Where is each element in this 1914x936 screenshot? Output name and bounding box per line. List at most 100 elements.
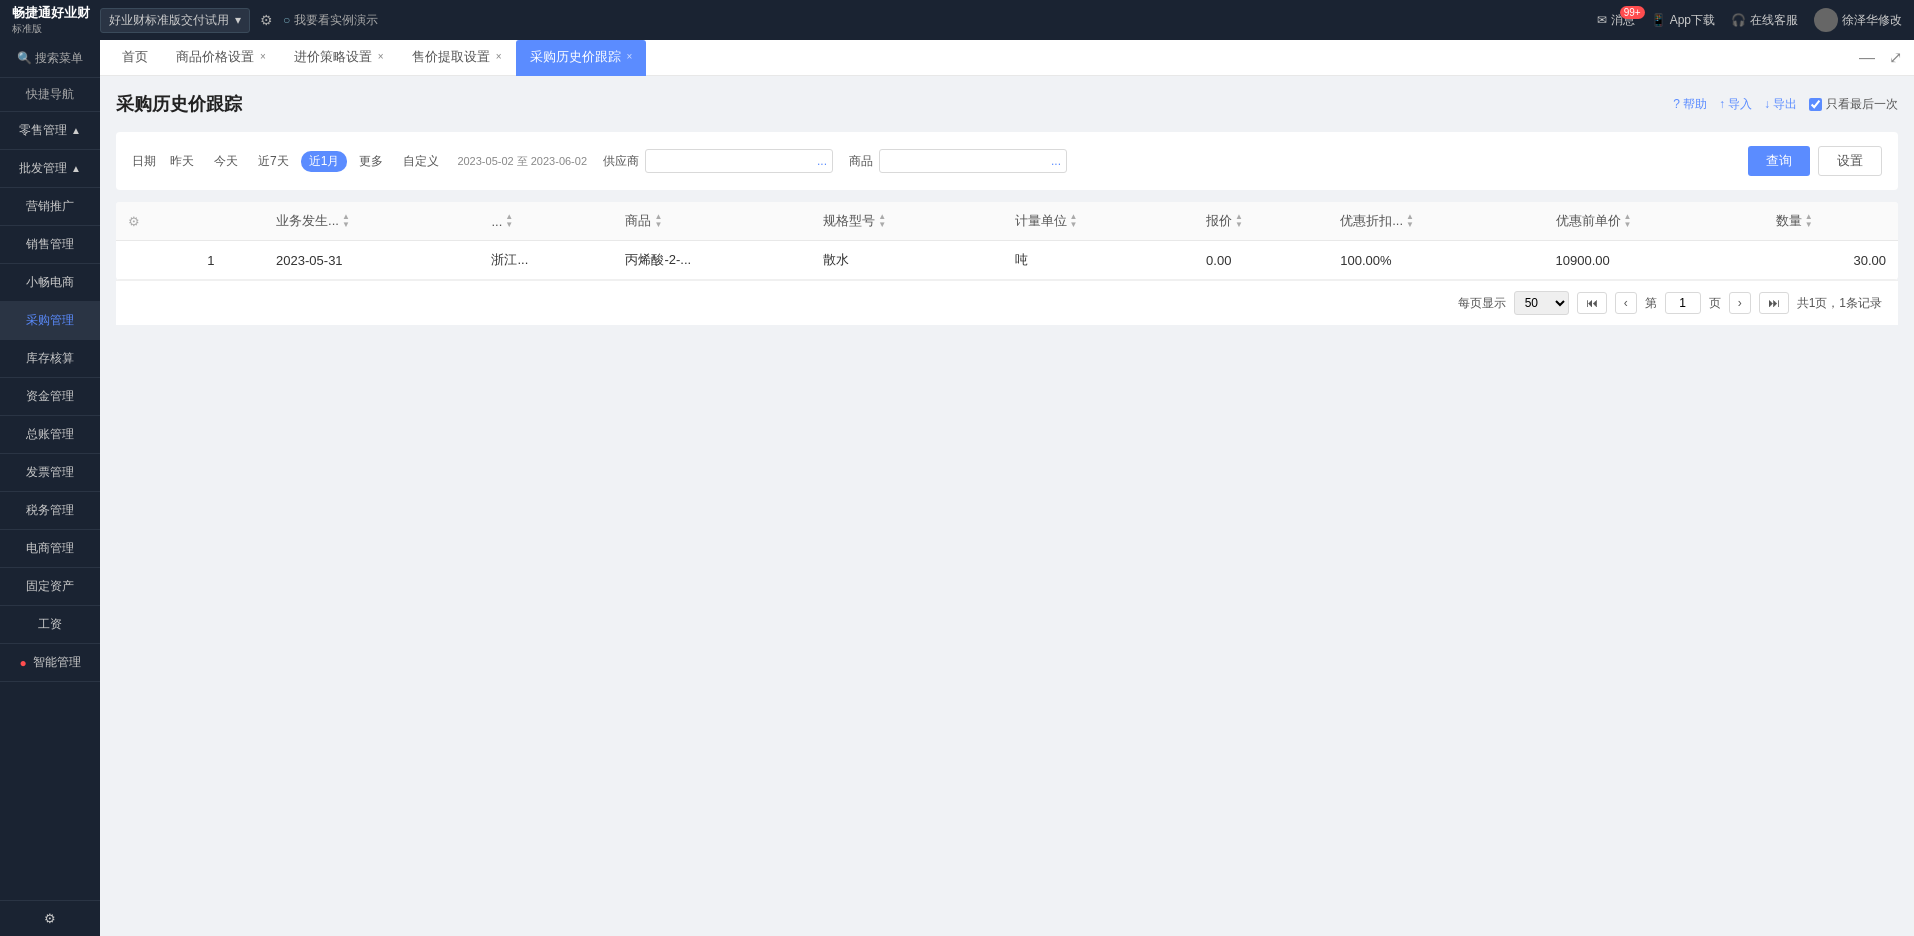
close-icon[interactable]: × bbox=[378, 51, 384, 62]
sidebar-item-retail[interactable]: 零售管理 ▲ bbox=[0, 112, 100, 150]
filter-buttons: 查询 设置 bbox=[1748, 146, 1882, 176]
app-download-button[interactable]: 📱 App下载 bbox=[1651, 12, 1715, 29]
message-button[interactable]: ✉ 消息 99+ bbox=[1597, 12, 1635, 29]
sidebar-item-label: 税务管理 bbox=[26, 502, 74, 519]
export-link[interactable]: ↓ 导出 bbox=[1764, 96, 1797, 113]
date-pill-custom[interactable]: 自定义 bbox=[395, 151, 447, 172]
sidebar-item-purchase[interactable]: 采购管理 bbox=[0, 302, 100, 340]
sort-discount[interactable]: 优惠折扣... ▲▼ bbox=[1340, 212, 1531, 230]
th-unit[interactable]: 计量单位 ▲▼ bbox=[1003, 202, 1194, 241]
user-button[interactable]: 徐泽华修改 bbox=[1814, 8, 1902, 32]
th-quantity[interactable]: 数量 ▲▼ bbox=[1764, 202, 1898, 241]
sidebar-item-finance[interactable]: 资金管理 bbox=[0, 378, 100, 416]
page-prev-btn[interactable]: ‹ bbox=[1615, 292, 1637, 314]
sidebar-item-fixed-assets[interactable]: 固定资产 bbox=[0, 568, 100, 606]
import-link[interactable]: ↑ 导入 bbox=[1719, 96, 1752, 113]
sidebar-search[interactable]: 🔍 搜索菜单 bbox=[0, 40, 100, 78]
close-icon[interactable]: × bbox=[496, 51, 502, 62]
sidebar-item-tax[interactable]: 税务管理 bbox=[0, 492, 100, 530]
content-area: 首页 商品价格设置 × 进价策略设置 × 售价提取设置 × 采购历史价跟踪 × … bbox=[100, 40, 1914, 936]
th-col3[interactable]: ... ▲▼ bbox=[479, 202, 613, 241]
sidebar-item-inventory[interactable]: 库存核算 bbox=[0, 340, 100, 378]
sidebar-item-salary[interactable]: 工资 bbox=[0, 606, 100, 644]
sidebar-item-general-ledger[interactable]: 总账管理 bbox=[0, 416, 100, 454]
cell-biz-date: 2023-05-31 bbox=[264, 241, 479, 280]
message-badge: 99+ bbox=[1620, 6, 1645, 19]
th-product[interactable]: 商品 ▲▼ bbox=[613, 202, 811, 241]
sort-spec[interactable]: 规格型号 ▲▼ bbox=[823, 212, 990, 230]
sort-product[interactable]: 商品 ▲▼ bbox=[625, 212, 799, 230]
product-more-btn[interactable]: ... bbox=[1051, 154, 1061, 168]
tab-selling-strategy-label: 售价提取设置 bbox=[412, 48, 490, 66]
demo-button[interactable]: 我要看实例演示 bbox=[283, 12, 378, 29]
th-quote[interactable]: 报价 ▲▼ bbox=[1194, 202, 1328, 241]
sidebar-item-sales[interactable]: 销售管理 bbox=[0, 226, 100, 264]
app-name: 畅捷通好业财 bbox=[12, 5, 90, 22]
supplier-input[interactable] bbox=[645, 149, 833, 173]
sidebar-item-ecommerce-small[interactable]: 小畅电商 bbox=[0, 264, 100, 302]
date-pill-today[interactable]: 今天 bbox=[206, 151, 246, 172]
tab-price[interactable]: 商品价格设置 × bbox=[162, 40, 280, 76]
page-next-btn[interactable]: › bbox=[1729, 292, 1751, 314]
online-service-label: 在线客服 bbox=[1750, 12, 1798, 29]
sort-biz-date[interactable]: 业务发生... ▲▼ bbox=[276, 212, 467, 230]
sidebar-quicknav[interactable]: 快捷导航 bbox=[0, 78, 100, 112]
tab-purchase-strategy[interactable]: 进价策略设置 × bbox=[280, 40, 398, 76]
gear-icon[interactable]: ⚙ bbox=[128, 214, 140, 229]
th-label: 业务发生... bbox=[276, 212, 339, 230]
sidebar-item-smart[interactable]: ● 智能管理 bbox=[0, 644, 100, 682]
minimize-icon[interactable]: — bbox=[1855, 45, 1879, 71]
page-first-btn[interactable]: ⏮ bbox=[1577, 292, 1607, 314]
close-icon[interactable]: × bbox=[627, 51, 633, 62]
only-latest-checkbox[interactable]: 只看最后一次 bbox=[1809, 96, 1898, 113]
expand-icon: ▲ bbox=[71, 163, 81, 174]
date-pill-yesterday[interactable]: 昨天 bbox=[162, 151, 202, 172]
sort-unit[interactable]: 计量单位 ▲▼ bbox=[1015, 212, 1182, 230]
date-pill-last7days[interactable]: 近7天 bbox=[250, 151, 297, 172]
date-pill-more[interactable]: 更多 bbox=[351, 151, 391, 172]
expand-icon[interactable]: ⤢ bbox=[1885, 44, 1906, 71]
date-label: 日期 bbox=[132, 153, 156, 170]
sidebar-item-label: 智能管理 bbox=[33, 654, 81, 671]
sort-col3[interactable]: ... ▲▼ bbox=[491, 213, 601, 229]
tab-history-price[interactable]: 采购历史价跟踪 × bbox=[516, 40, 647, 76]
date-pill-last1month[interactable]: 近1月 bbox=[301, 151, 348, 172]
settings-icon[interactable]: ⚙ bbox=[260, 12, 273, 28]
avatar bbox=[1814, 8, 1838, 32]
sort-icon: ▲▼ bbox=[654, 213, 662, 229]
tab-selling-strategy[interactable]: 售价提取设置 × bbox=[398, 40, 516, 76]
th-biz-date[interactable]: 业务发生... ▲▼ bbox=[264, 202, 479, 241]
per-page-select[interactable]: 50 10 20 100 bbox=[1514, 291, 1569, 315]
sidebar-item-ecommerce[interactable]: 电商管理 bbox=[0, 530, 100, 568]
help-link[interactable]: ? 帮助 bbox=[1673, 96, 1707, 113]
sidebar-item-label: 工资 bbox=[38, 616, 62, 633]
product-select[interactable]: 好业财标准版交付试用 ▾ bbox=[100, 8, 250, 33]
th-gear[interactable]: ⚙ bbox=[116, 202, 195, 241]
supplier-label: 供应商 bbox=[603, 153, 639, 170]
sidebar-item-wholesale[interactable]: 批发管理 ▲ bbox=[0, 150, 100, 188]
sidebar-item-invoice[interactable]: 发票管理 bbox=[0, 454, 100, 492]
sidebar-bottom-settings[interactable]: ⚙ bbox=[0, 900, 100, 936]
cell-index: 1 bbox=[195, 241, 264, 280]
page-last-btn[interactable]: ⏭ bbox=[1759, 292, 1789, 314]
sidebar-item-label: 营销推广 bbox=[26, 198, 74, 215]
tab-home[interactable]: 首页 bbox=[108, 40, 162, 76]
close-icon[interactable]: × bbox=[260, 51, 266, 62]
sort-quantity[interactable]: 数量 ▲▼ bbox=[1776, 212, 1886, 230]
th-label: ... bbox=[491, 214, 502, 229]
online-service-button[interactable]: 🎧 在线客服 bbox=[1731, 12, 1798, 29]
page-input[interactable] bbox=[1665, 292, 1701, 314]
sort-pre-discount-price[interactable]: 优惠前单价 ▲▼ bbox=[1556, 212, 1752, 230]
th-spec[interactable]: 规格型号 ▲▼ bbox=[811, 202, 1002, 241]
only-latest-input[interactable] bbox=[1809, 98, 1822, 111]
query-button[interactable]: 查询 bbox=[1748, 146, 1810, 176]
sort-quote[interactable]: 报价 ▲▼ bbox=[1206, 212, 1316, 230]
settings-button[interactable]: 设置 bbox=[1818, 146, 1882, 176]
sidebar-item-marketing[interactable]: 营销推广 bbox=[0, 188, 100, 226]
sort-icon: ▲▼ bbox=[1235, 213, 1243, 229]
supplier-more-btn[interactable]: ... bbox=[817, 154, 827, 168]
th-pre-discount-price[interactable]: 优惠前单价 ▲▼ bbox=[1544, 202, 1764, 241]
product-input[interactable] bbox=[879, 149, 1067, 173]
th-label: 优惠折扣... bbox=[1340, 212, 1403, 230]
th-discount[interactable]: 优惠折扣... ▲▼ bbox=[1328, 202, 1543, 241]
